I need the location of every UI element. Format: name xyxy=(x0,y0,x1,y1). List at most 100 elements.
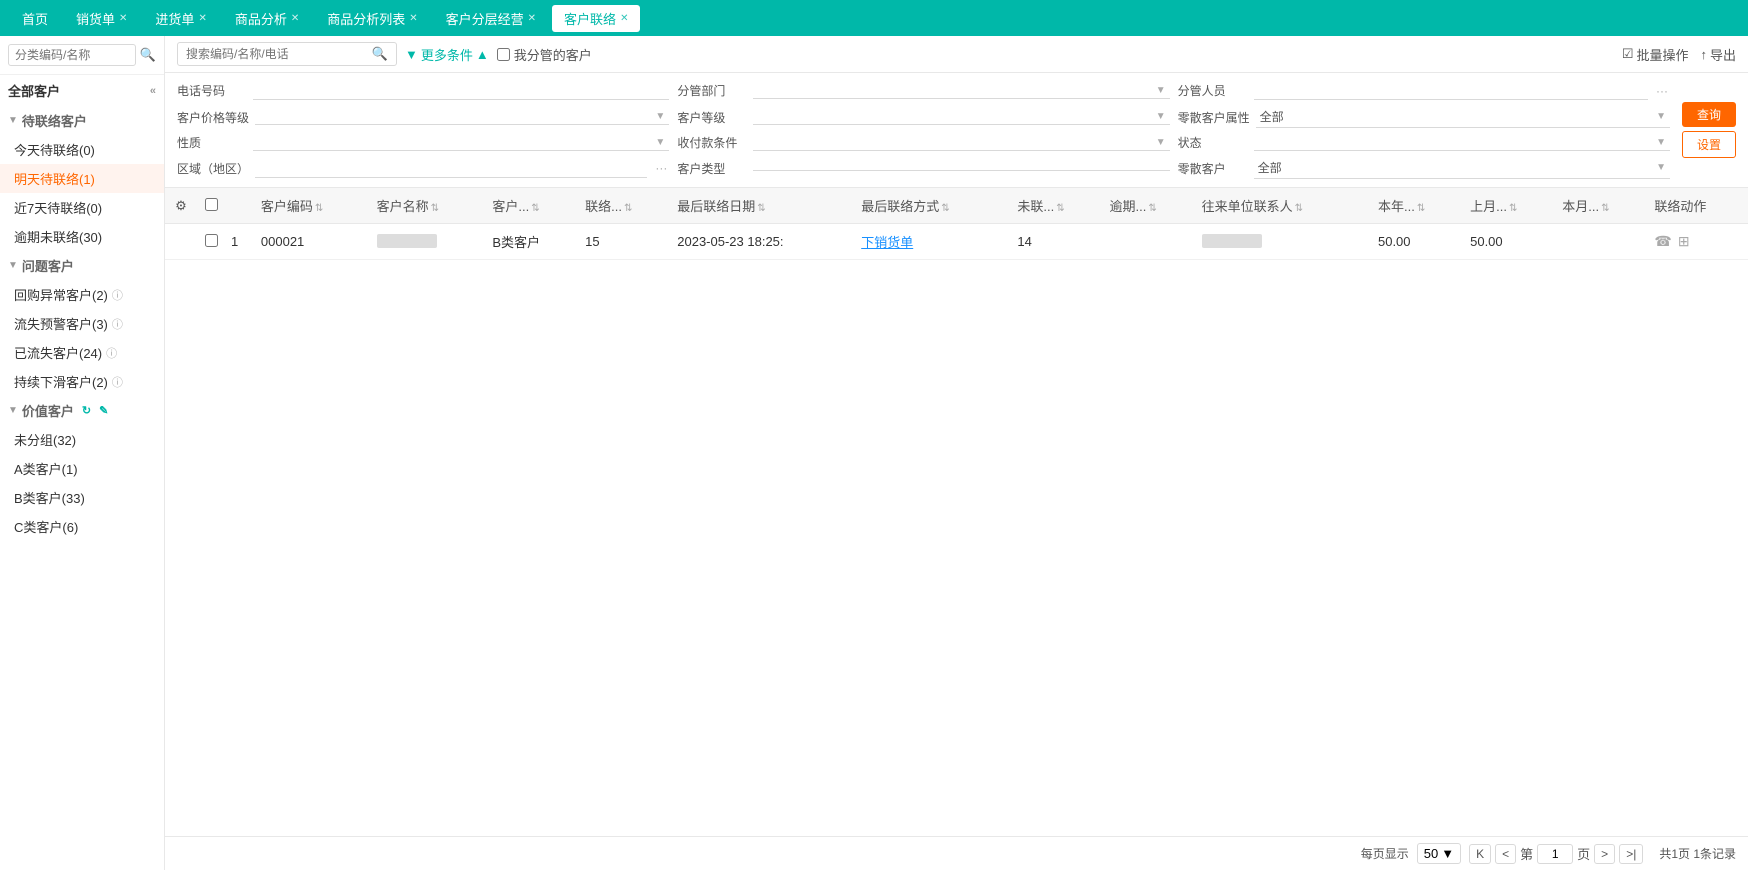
batch-op-btn[interactable]: ☑ 批量操作 xyxy=(1622,45,1689,64)
th-last-contact-date[interactable]: 最后联络日期⇅ xyxy=(671,188,855,224)
nav-customer-layering[interactable]: 客户分层经营 ✕ xyxy=(434,5,548,32)
area-dots[interactable]: ··· xyxy=(653,159,669,177)
td-name-blurred xyxy=(377,234,437,248)
th-no xyxy=(225,188,255,224)
nav-purchase-order[interactable]: 进货单 ✕ xyxy=(143,5,218,32)
th-gear[interactable]: ⚙ xyxy=(165,188,197,224)
action-grid-icon[interactable]: ⊞ xyxy=(1678,233,1690,250)
filter-status: 状态 ▼ xyxy=(1178,134,1670,151)
filter-panel: 电话号码 分管部门 ▼ 分管人员 xyxy=(165,73,1748,188)
sidebar-search-input[interactable] xyxy=(8,44,136,66)
sidebar-item-overdue[interactable]: 逾期未联络(30) xyxy=(0,222,164,251)
per-page-select[interactable]: 50 ▼ xyxy=(1417,843,1461,864)
filter-dept: 分管部门 ▼ xyxy=(677,82,1169,99)
td-this-year: 50.00 xyxy=(1372,224,1464,260)
sidebar-problem-label: ▼ 问题客户 xyxy=(0,251,164,280)
dept-label: 分管部门 xyxy=(677,82,747,99)
payment-select[interactable]: ▼ xyxy=(753,135,1169,151)
sidebar-item-c-class[interactable]: C类客户(6) xyxy=(0,512,164,541)
first-page-btn[interactable]: K xyxy=(1469,844,1491,864)
retail-attr-arrow: ▼ xyxy=(1656,111,1666,122)
retail-customer-select[interactable]: 全部 ▼ xyxy=(1254,157,1670,179)
filter-retail-customer: 零散客户 全部 ▼ xyxy=(1178,157,1670,179)
sidebar-item-7days[interactable]: 近7天待联络(0) xyxy=(0,193,164,222)
retail-attr-select[interactable]: 全部 ▼ xyxy=(1256,106,1670,128)
status-arrow: ▼ xyxy=(1656,137,1666,148)
sidebar-item-churned[interactable]: 已流失客户(24) ⓘ xyxy=(0,338,164,367)
sidebar-item-ungrouped[interactable]: 未分组(32) xyxy=(0,425,164,454)
export-btn[interactable]: ↑ 导出 xyxy=(1700,45,1736,64)
value-edit-icon[interactable]: ✎ xyxy=(99,404,108,417)
settings-button[interactable]: 设置 xyxy=(1682,131,1736,158)
search-input[interactable] xyxy=(186,47,372,61)
nav-sales-order[interactable]: 销货单 ✕ xyxy=(64,5,139,32)
th-contact-count[interactable]: 联络...⇅ xyxy=(579,188,671,224)
status-label: 状态 xyxy=(1178,134,1248,151)
sidebar-search-icon[interactable]: 🔍 xyxy=(140,47,156,63)
nav-close-sales[interactable]: ✕ xyxy=(119,13,127,24)
manager-dots[interactable]: ··· xyxy=(1654,82,1670,100)
th-this-year[interactable]: 本年...⇅ xyxy=(1372,188,1464,224)
manager-input[interactable] xyxy=(1254,81,1648,100)
td-action: ☎ ⊞ xyxy=(1648,224,1748,260)
nav-customer-contact[interactable]: 客户联络 ✕ xyxy=(552,5,640,32)
all-customers-label: 全部客户 xyxy=(8,81,60,100)
nav-close-customer-contact[interactable]: ✕ xyxy=(620,13,628,24)
nature-select[interactable]: ▼ xyxy=(253,135,669,151)
nav-close-customer-layering[interactable]: ✕ xyxy=(528,13,536,24)
query-button[interactable]: 查询 xyxy=(1682,102,1736,127)
payment-arrow: ▼ xyxy=(1156,137,1166,148)
nature-label: 性质 xyxy=(177,134,247,151)
sidebar-item-churn-warning[interactable]: 流失预警客户(3) ⓘ xyxy=(0,309,164,338)
my-customers-checkbox[interactable] xyxy=(497,48,510,61)
filter-customer-level: 客户等级 ▼ xyxy=(677,109,1169,126)
content-area: 🔍 ▼ 更多条件 ▲ 我分管的客户 ☑ 批量操作 ↑ 导出 xyxy=(165,36,1748,870)
payment-label: 收付款条件 xyxy=(677,134,747,151)
phone-input[interactable] xyxy=(253,81,669,100)
nav-product-analysis-list[interactable]: 商品分析列表 ✕ xyxy=(315,5,429,32)
value-refresh-icon[interactable]: ↻ xyxy=(82,404,91,417)
nav-home[interactable]: 首页 xyxy=(10,5,60,32)
select-all-checkbox[interactable] xyxy=(205,198,218,211)
last-page-btn[interactable]: >| xyxy=(1619,844,1643,864)
last-contact-link[interactable]: 下销货单 xyxy=(861,235,913,250)
sidebar-item-repurchase-abnormal[interactable]: 回购异常客户(2) ⓘ xyxy=(0,280,164,309)
dept-select[interactable]: ▼ xyxy=(753,83,1169,99)
customer-level-select[interactable]: ▼ xyxy=(753,109,1169,125)
th-type[interactable]: 客户...⇅ xyxy=(486,188,579,224)
prev-page-btn[interactable]: < xyxy=(1495,844,1516,864)
row-checkbox[interactable] xyxy=(205,234,218,247)
customer-type-label: 客户类型 xyxy=(677,160,747,177)
nav-product-analysis[interactable]: 商品分析 ✕ xyxy=(223,5,311,32)
nav-close-purchase[interactable]: ✕ xyxy=(198,13,206,24)
nav-close-product-analysis-list[interactable]: ✕ xyxy=(409,13,417,24)
action-phone-icon[interactable]: ☎ xyxy=(1654,233,1671,250)
th-last-month[interactable]: 上月...⇅ xyxy=(1464,188,1556,224)
dept-arrow: ▼ xyxy=(1156,85,1166,96)
search-icon[interactable]: 🔍 xyxy=(372,46,388,62)
page-input[interactable] xyxy=(1537,844,1573,864)
more-conditions-btn[interactable]: ▼ 更多条件 ▲ xyxy=(405,45,489,64)
th-name[interactable]: 客户名称⇅ xyxy=(371,188,487,224)
th-overdue[interactable]: 逾期...⇅ xyxy=(1103,188,1195,224)
th-last-contact-method[interactable]: 最后联络方式⇅ xyxy=(855,188,1011,224)
th-contact-person[interactable]: 往来单位联系人⇅ xyxy=(1196,188,1372,224)
area-input[interactable] xyxy=(255,159,647,178)
pending-expand-arrow: ▼ xyxy=(8,115,18,126)
sidebar-item-declining[interactable]: 持续下滑客户(2) ⓘ xyxy=(0,367,164,396)
price-level-select[interactable]: ▼ xyxy=(255,109,669,125)
th-no-contact[interactable]: 未联...⇅ xyxy=(1011,188,1103,224)
status-select[interactable]: ▼ xyxy=(1254,135,1670,151)
customer-type-select[interactable] xyxy=(753,166,1169,171)
sidebar-item-b-class[interactable]: B类客户(33) xyxy=(0,483,164,512)
sidebar-all-customers[interactable]: 全部客户 « xyxy=(0,75,164,106)
th-this-month[interactable]: 本月...⇅ xyxy=(1556,188,1648,224)
nav-close-product-analysis[interactable]: ✕ xyxy=(291,13,299,24)
main-layout: 🔍 全部客户 « ▼ 待联络客户 今天待联络(0) 明天待联络(1) 近7天待联… xyxy=(0,36,1748,870)
sidebar-item-today[interactable]: 今天待联络(0) xyxy=(0,135,164,164)
total-label: 共1页 1条记录 xyxy=(1659,845,1736,862)
sidebar-item-tomorrow[interactable]: 明天待联络(1) xyxy=(0,164,164,193)
sidebar-item-a-class[interactable]: A类客户(1) xyxy=(0,454,164,483)
next-page-btn[interactable]: > xyxy=(1594,844,1615,864)
th-code[interactable]: 客户编码⇅ xyxy=(255,188,371,224)
